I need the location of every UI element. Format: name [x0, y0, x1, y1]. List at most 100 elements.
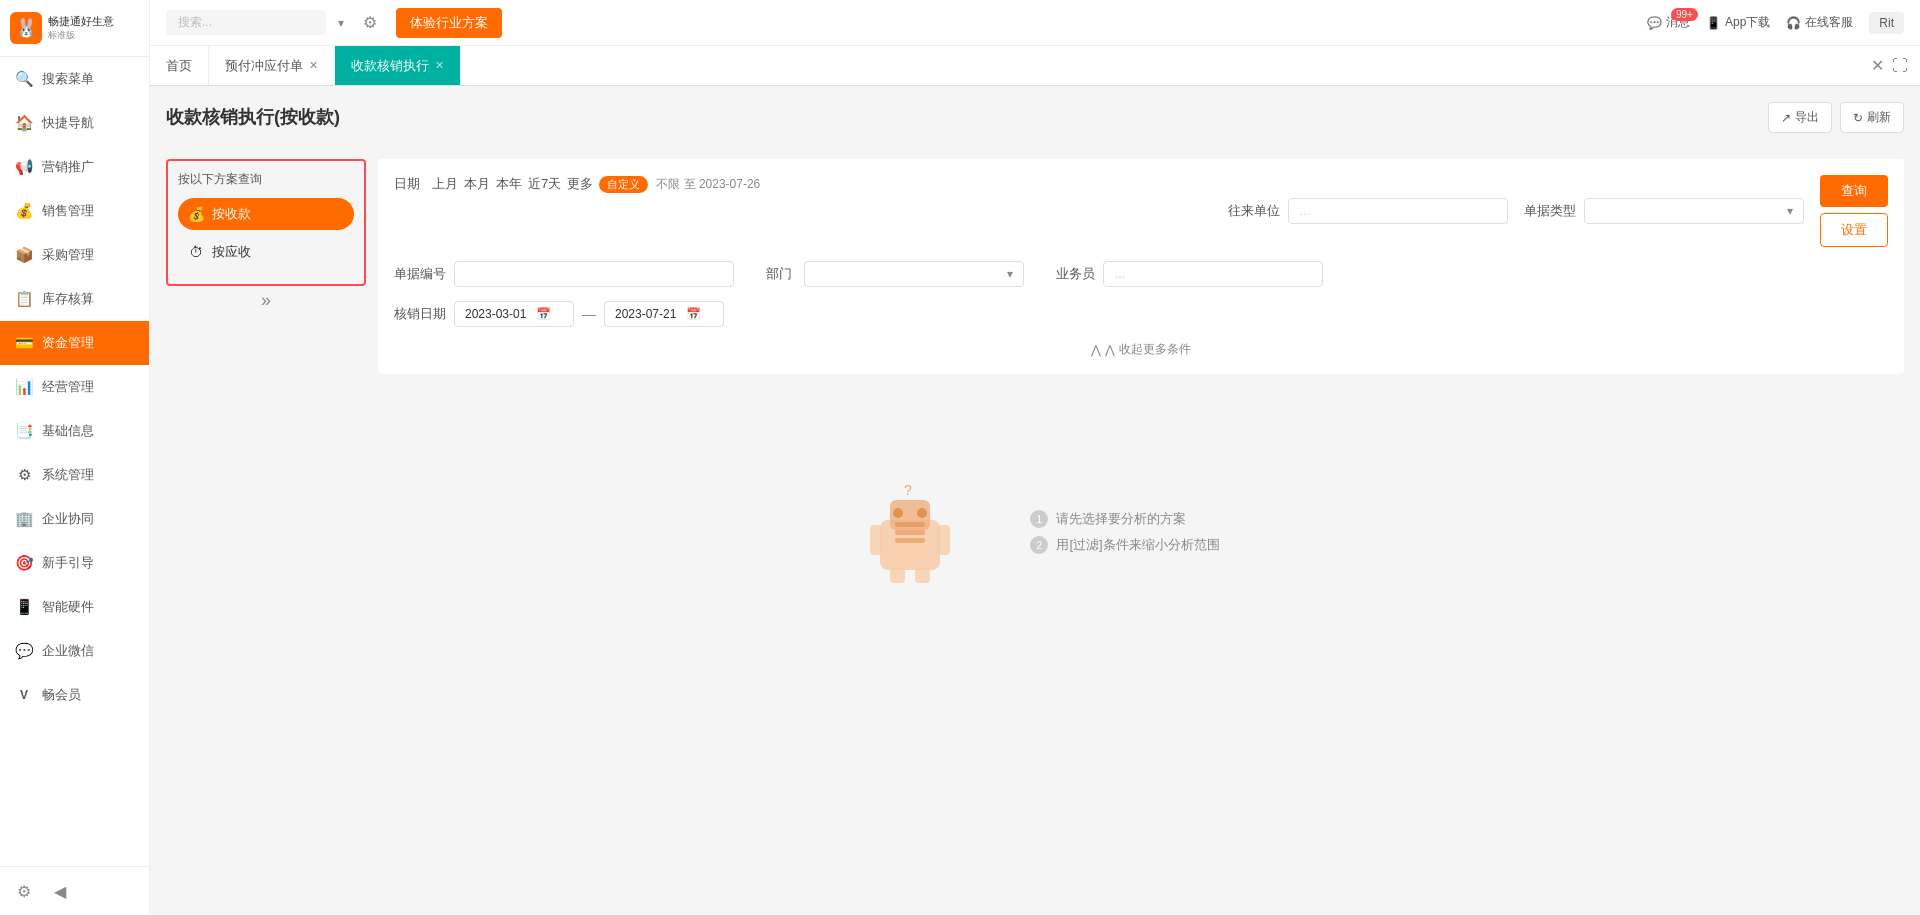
date-more[interactable]: 更多	[567, 175, 593, 193]
date-this-month[interactable]: 本月	[464, 175, 490, 193]
sidebar-item-hardware[interactable]: 📱 智能硬件	[0, 585, 149, 629]
sidebar-item-operations[interactable]: 📊 经营管理	[0, 365, 149, 409]
step-1-number: 1	[1030, 510, 1048, 528]
sidebar-item-basic-info[interactable]: 📑 基础信息	[0, 409, 149, 453]
sidebar-item-wechat[interactable]: 💬 企业微信	[0, 629, 149, 673]
dept-select[interactable]: ▾	[804, 261, 1024, 287]
tab-prepay[interactable]: 预付冲应付单 ✕	[209, 46, 335, 85]
doc-type-label: 单据类型	[1524, 202, 1576, 220]
topbar-gear-icon[interactable]: ⚙	[356, 9, 384, 37]
sidebar-item-marketing[interactable]: 📢 营销推广	[0, 145, 149, 189]
salesperson-label: 业务员	[1056, 265, 1095, 283]
svg-point-3	[917, 508, 927, 518]
topbar: 搜索... ▾ ⚙ 体验行业方案 💬 消息 99+ 📱 App下载 🎧 在线客服…	[150, 0, 1920, 46]
topbar-service[interactable]: 🎧 在线客服	[1786, 14, 1853, 31]
brand-icon: 🐰	[10, 12, 42, 44]
empty-step-2: 2 用[过滤]条件来缩小分析范围	[1030, 536, 1219, 554]
sidebar-item-label: 企业微信	[42, 642, 94, 660]
refresh-button[interactable]: ↻ 刷新	[1840, 102, 1904, 133]
counterparty-label: 往来单位	[1228, 202, 1280, 220]
step-1-text: 请先选择要分析的方案	[1056, 510, 1186, 528]
date-this-year[interactable]: 本年	[496, 175, 522, 193]
brand-edition: 标准版	[48, 29, 114, 42]
sidebar-item-search[interactable]: 🔍 搜索菜单	[0, 57, 149, 101]
sidebar-item-inventory[interactable]: 📋 库存核算	[0, 277, 149, 321]
sidebar-item-sales[interactable]: 💰 销售管理	[0, 189, 149, 233]
sidebar-settings-icon[interactable]: ⚙	[10, 877, 38, 905]
filter-options-box: 按以下方案查询 💰 按收款 ⏱ 按应收	[166, 159, 366, 286]
topbar-message[interactable]: 💬 消息 99+	[1647, 14, 1690, 31]
topbar-user[interactable]: Rit	[1869, 12, 1904, 34]
guide-icon: 🎯	[14, 553, 34, 573]
sidebar-item-label: 资金管理	[42, 334, 94, 352]
svg-rect-5	[895, 530, 925, 535]
receipt-icon: 💰	[186, 204, 206, 224]
svg-rect-7	[870, 525, 882, 555]
verify-date-end-input[interactable]: 2023-07-21 📅	[604, 301, 724, 327]
receivable-icon: ⏱	[186, 242, 206, 262]
filter-option-by-receipt[interactable]: 💰 按收款	[178, 198, 354, 230]
capital-icon: 💳	[14, 333, 34, 353]
sidebar-item-quick-nav[interactable]: 🏠 快捷导航	[0, 101, 149, 145]
home-icon: 🏠	[14, 113, 34, 133]
tab-close-all-icon[interactable]: ✕	[1871, 56, 1884, 75]
sidebar: 🐰 畅捷通好生意 标准版 🔍 搜索菜单 🏠 快捷导航 📢 营销推广 💰 销售管理…	[0, 0, 150, 915]
tab-receipts-close-icon[interactable]: ✕	[435, 59, 444, 72]
sidebar-item-guide[interactable]: 🎯 新手引导	[0, 541, 149, 585]
sidebar-item-purchase[interactable]: 📦 采购管理	[0, 233, 149, 277]
sidebar-item-system[interactable]: ⚙ 系统管理	[0, 453, 149, 497]
doc-type-select[interactable]: ▾	[1584, 198, 1804, 224]
tab-home[interactable]: 首页	[150, 46, 209, 85]
step-2-text: 用[过滤]条件来缩小分析范围	[1056, 536, 1219, 554]
filter-option-by-receivable[interactable]: ⏱ 按应收	[178, 236, 354, 268]
content-area: 收款核销执行(按收款) ↗ 导出 ↻ 刷新 按以下方案查询 💰	[150, 86, 1920, 915]
verify-date-start-value: 2023-03-01	[465, 307, 526, 321]
step-2-number: 2	[1030, 536, 1048, 554]
doc-number-input[interactable]	[454, 261, 734, 287]
collapse-more-button[interactable]: ⋀ ⋀ 收起更多条件	[394, 341, 1888, 358]
sidebar-item-member[interactable]: V 畅会员	[0, 673, 149, 717]
setting-button[interactable]: 设置	[1820, 213, 1888, 247]
verify-date-end-value: 2023-07-21	[615, 307, 676, 321]
collapse-more-label: 收起更多条件	[1119, 341, 1191, 358]
sidebar-item-capital[interactable]: 💳 资金管理	[0, 321, 149, 365]
svg-rect-9	[890, 568, 905, 583]
sidebar-item-label: 智能硬件	[42, 598, 94, 616]
tab-maximize-icon[interactable]: ⛶	[1892, 57, 1908, 75]
collapse-up-icon: ⋀ ⋀	[1091, 343, 1114, 357]
sidebar-item-enterprise[interactable]: 🏢 企业协同	[0, 497, 149, 541]
calendar-start-icon: 📅	[536, 307, 551, 321]
industry-button[interactable]: 体验行业方案	[396, 8, 502, 38]
tab-home-label: 首页	[166, 57, 192, 75]
search-icon: 🔍	[14, 69, 34, 89]
date-7days[interactable]: 近7天	[528, 175, 561, 193]
action-bar: ↗ 导出 ↻ 刷新	[1768, 102, 1904, 133]
topbar-app-download[interactable]: 📱 App下载	[1706, 14, 1770, 31]
sidebar-bottom: ⚙ ◀	[0, 866, 149, 915]
empty-robot-illustration: ?	[850, 470, 970, 593]
filter-collapse-left-icon[interactable]: »	[166, 286, 366, 311]
date-last-month[interactable]: 上月	[432, 175, 458, 193]
verify-date-start-input[interactable]: 2023-03-01 📅	[454, 301, 574, 327]
tabbar-right: ✕ ⛶	[1871, 56, 1920, 75]
counterparty-select[interactable]: …	[1288, 198, 1508, 224]
tabbar: 首页 预付冲应付单 ✕ 收款核销执行 ✕ ✕ ⛶	[150, 46, 1920, 86]
message-icon: 💬	[1647, 16, 1662, 30]
empty-step-1: 1 请先选择要分析的方案	[1030, 510, 1219, 528]
app-label: App下载	[1725, 14, 1770, 31]
tab-prepay-close-icon[interactable]: ✕	[309, 59, 318, 72]
query-button[interactable]: 查询	[1820, 175, 1888, 207]
robot-svg: ?	[850, 470, 970, 590]
enterprise-icon: 🏢	[14, 509, 34, 529]
tab-receipts[interactable]: 收款核销执行 ✕	[335, 46, 461, 85]
topbar-chevron-icon[interactable]: ▾	[338, 16, 344, 30]
date-custom[interactable]: 自定义	[599, 176, 648, 193]
sidebar-collapse-icon[interactable]: ◀	[46, 877, 74, 905]
operations-icon: 📊	[14, 377, 34, 397]
export-icon: ↗	[1781, 111, 1791, 125]
export-button[interactable]: ↗ 导出	[1768, 102, 1832, 133]
message-badge: 99+	[1671, 8, 1698, 21]
inventory-icon: 📋	[14, 289, 34, 309]
sidebar-item-label: 企业协同	[42, 510, 94, 528]
salesperson-select[interactable]: …	[1103, 261, 1323, 287]
